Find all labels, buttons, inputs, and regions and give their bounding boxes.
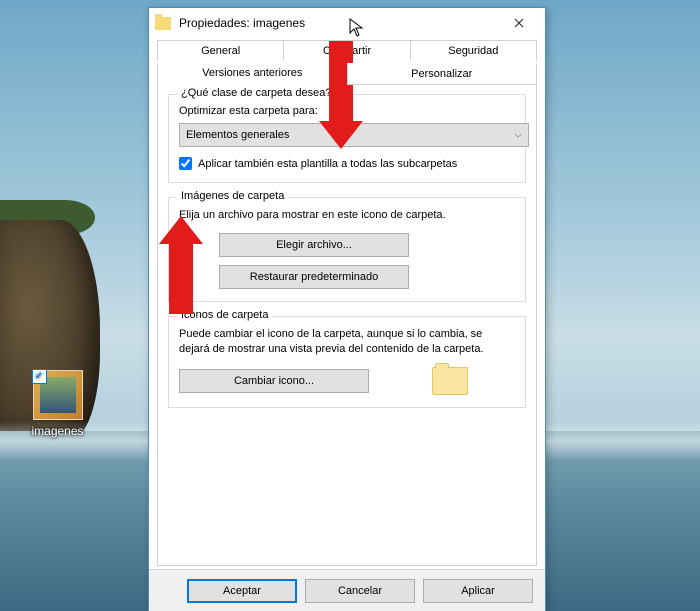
group-folder-images: Imágenes de carpeta Elija un archivo par… bbox=[168, 197, 526, 302]
window-title: Propiedades: imagenes bbox=[179, 16, 499, 30]
change-icon-button[interactable]: Cambiar icono... bbox=[179, 369, 369, 393]
folder-images-desc: Elija un archivo para mostrar en este ic… bbox=[179, 208, 515, 223]
group-legend: ¿Qué clase de carpeta desea? bbox=[177, 87, 335, 99]
tab-personalizar[interactable]: Personalizar bbox=[347, 63, 538, 85]
choose-file-button[interactable]: Elegir archivo... bbox=[219, 233, 409, 257]
folder-icons-desc: Puede cambiar el icono de la carpeta, au… bbox=[179, 327, 515, 357]
group-folder-icons: Iconos de carpeta Puede cambiar el icono… bbox=[168, 316, 526, 408]
tab-versiones[interactable]: Versiones anteriores bbox=[157, 63, 348, 84]
cancel-button[interactable]: Cancelar bbox=[305, 579, 415, 603]
group-legend: Imágenes de carpeta bbox=[177, 190, 288, 202]
folder-icon bbox=[432, 367, 468, 395]
apply-subfolders-label: Aplicar también esta plantilla a todas l… bbox=[198, 158, 457, 170]
apply-subfolders-row[interactable]: Aplicar también esta plantilla a todas l… bbox=[179, 157, 515, 170]
group-legend: Iconos de carpeta bbox=[177, 309, 272, 321]
folder-icon bbox=[155, 17, 171, 30]
combo-value: Elementos generales bbox=[186, 129, 289, 141]
ok-button[interactable]: Aceptar bbox=[187, 579, 297, 603]
tab-compartir[interactable]: Compartir bbox=[283, 40, 410, 61]
selection-check-icon: ✓ bbox=[32, 369, 47, 384]
tab-seguridad[interactable]: Seguridad bbox=[410, 40, 537, 61]
close-button[interactable] bbox=[499, 9, 539, 37]
optimize-combobox[interactable]: Elementos generales ⌵ bbox=[179, 123, 529, 147]
dialog-footer: Aceptar Cancelar Aplicar bbox=[149, 569, 545, 611]
tabs-row-1: General Compartir Seguridad bbox=[157, 40, 537, 61]
dialog-body: ¿Qué clase de carpeta desea? Optimizar e… bbox=[157, 82, 537, 566]
tabs-row-2: Versiones anteriores Personalizar bbox=[157, 63, 537, 84]
desktop-wallpaper: ✓ imagenes Propiedades: imagenes General… bbox=[0, 0, 700, 611]
group-folder-type: ¿Qué clase de carpeta desea? Optimizar e… bbox=[168, 94, 526, 183]
apply-subfolders-checkbox[interactable] bbox=[179, 157, 192, 170]
tab-general[interactable]: General bbox=[157, 40, 284, 61]
properties-dialog: Propiedades: imagenes General Compartir … bbox=[148, 7, 546, 611]
desktop-folder-icon[interactable]: ✓ imagenes bbox=[30, 370, 85, 438]
chevron-down-icon: ⌵ bbox=[514, 130, 522, 141]
desktop-icon-label: imagenes bbox=[30, 424, 85, 438]
restore-default-button[interactable]: Restaurar predeterminado bbox=[219, 265, 409, 289]
folder-thumbnail: ✓ bbox=[33, 370, 83, 420]
apply-button[interactable]: Aplicar bbox=[423, 579, 533, 603]
titlebar[interactable]: Propiedades: imagenes bbox=[149, 8, 545, 38]
close-icon bbox=[514, 18, 524, 28]
optimize-label: Optimizar esta carpeta para: bbox=[179, 105, 515, 117]
